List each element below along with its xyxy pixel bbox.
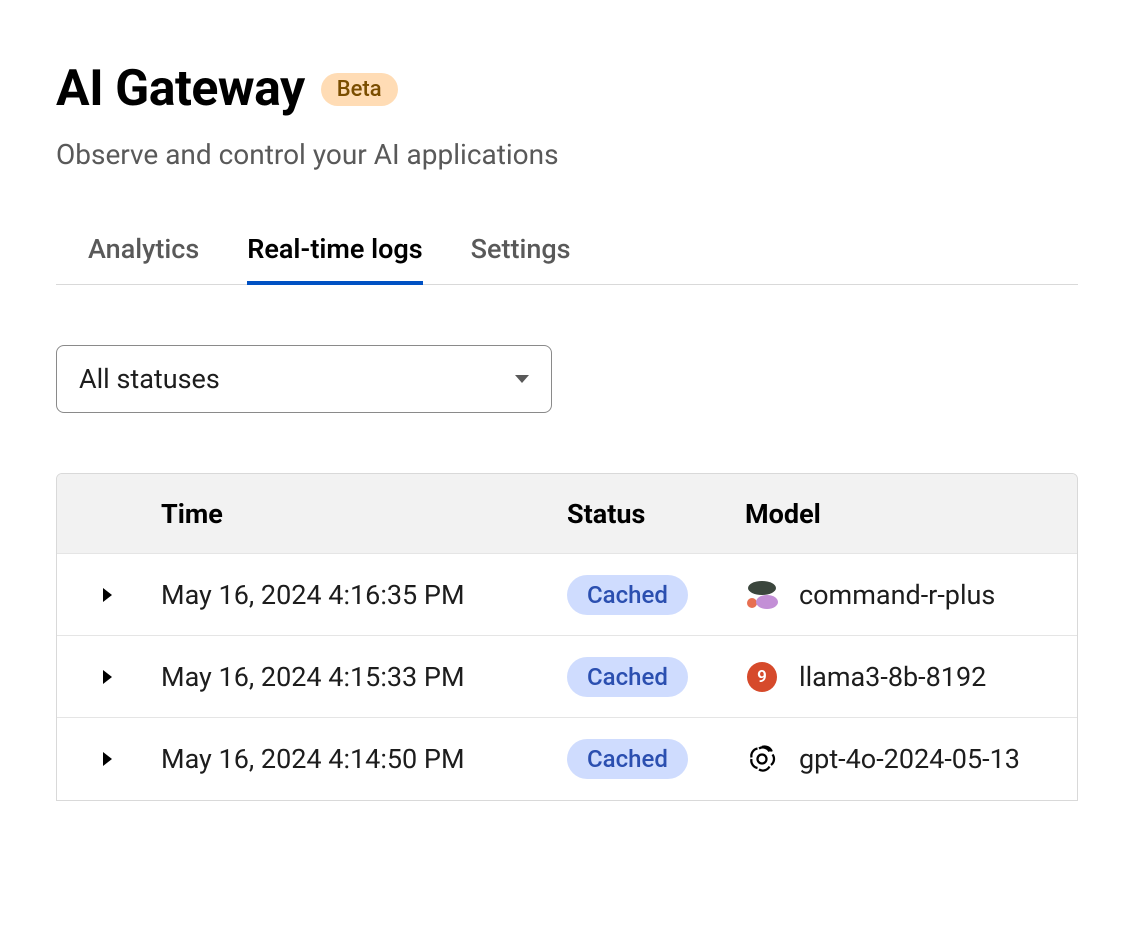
column-header-model: Model — [745, 498, 1077, 530]
tab-real-time-logs[interactable]: Real-time logs — [247, 227, 422, 285]
page-title: AI Gateway — [56, 60, 305, 118]
table-row: May 16, 2024 4:15:33 PM Cached 9 llama3-… — [57, 636, 1077, 718]
page-subtitle: Observe and control your AI applications — [56, 138, 1078, 171]
table-row: May 16, 2024 4:16:35 PM Cached command-r… — [57, 554, 1077, 636]
cell-model: gpt-4o-2024-05-13 — [799, 743, 1020, 775]
groq-icon: 9 — [745, 660, 779, 694]
tabs-nav: Analytics Real-time logs Settings — [56, 227, 1078, 285]
expand-row-icon[interactable] — [103, 752, 112, 766]
expand-row-icon[interactable] — [103, 588, 112, 602]
column-header-status: Status — [567, 498, 745, 530]
cell-time: May 16, 2024 4:16:35 PM — [157, 579, 567, 611]
column-header-time: Time — [157, 498, 567, 530]
status-badge: Cached — [567, 657, 688, 697]
logs-table: Time Status Model May 16, 2024 4:16:35 P… — [56, 473, 1078, 801]
openai-icon — [745, 742, 779, 776]
table-header: Time Status Model — [57, 474, 1077, 554]
cohere-icon — [745, 578, 779, 612]
cell-time: May 16, 2024 4:14:50 PM — [157, 743, 567, 775]
caret-down-icon — [515, 375, 529, 383]
cell-model: llama3-8b-8192 — [799, 661, 986, 693]
status-filter-select[interactable]: All statuses — [56, 345, 552, 413]
status-badge: Cached — [567, 575, 688, 615]
status-badge: Cached — [567, 739, 688, 779]
status-filter-value: All statuses — [79, 363, 220, 395]
table-row: May 16, 2024 4:14:50 PM Cached — [57, 718, 1077, 800]
cell-time: May 16, 2024 4:15:33 PM — [157, 661, 567, 693]
tab-settings[interactable]: Settings — [471, 227, 571, 285]
beta-badge: Beta — [321, 73, 398, 106]
tab-analytics[interactable]: Analytics — [88, 227, 199, 285]
expand-row-icon[interactable] — [103, 670, 112, 684]
cell-model: command-r-plus — [799, 579, 995, 611]
